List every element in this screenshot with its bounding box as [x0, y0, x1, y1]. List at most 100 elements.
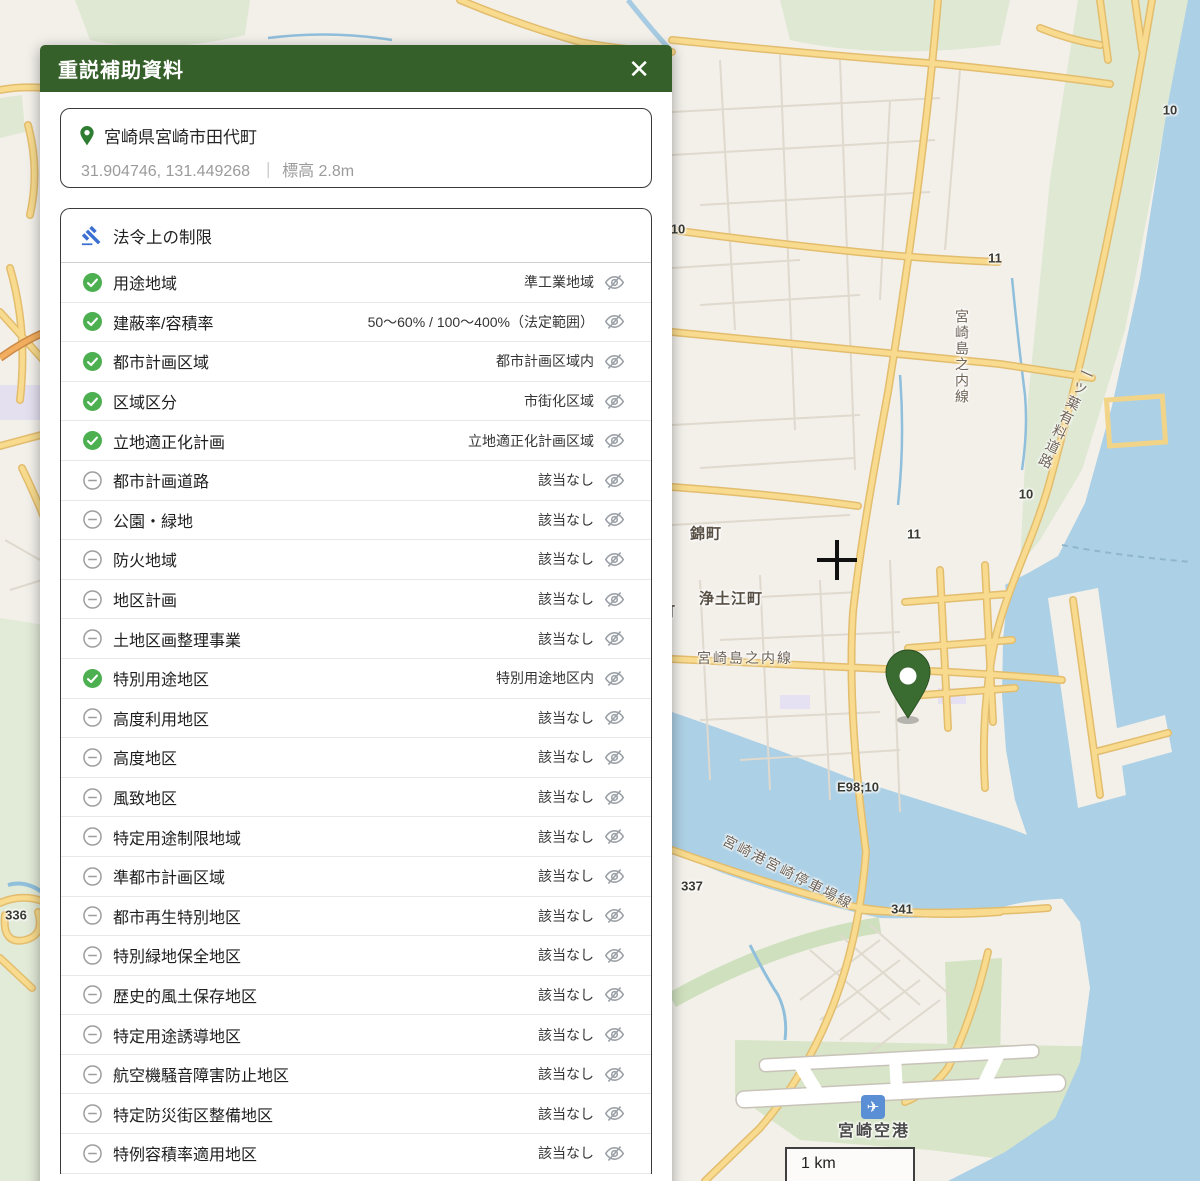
restriction-value: 該当なし	[538, 1066, 594, 1083]
restriction-value: 該当なし	[538, 1145, 594, 1162]
check-circle-icon	[83, 391, 102, 411]
restriction-value: 立地適正化計画区域	[468, 432, 594, 449]
restriction-value: 特別用途地区内	[496, 670, 594, 687]
eye-off-icon[interactable]	[604, 470, 625, 491]
restriction-label: 用途地域	[113, 276, 178, 294]
restriction-label: 航空機騒音障害防止地区	[113, 1068, 290, 1086]
eye-off-icon[interactable]	[604, 905, 625, 926]
restriction-label: 建蔽率/容積率	[113, 315, 214, 333]
restriction-value: 市街化区域	[524, 393, 594, 410]
restriction-label: 都市計画道路	[113, 474, 210, 492]
restrictions-list: 用途地域 準工業地域建蔽率/容積率 50〜60% / 100〜400%（法定範囲） 都…	[61, 263, 651, 1174]
restriction-row: 用途地域 準工業地域	[61, 263, 651, 303]
restriction-row: 特定用途制限地域 該当なし	[61, 817, 651, 857]
restriction-row: 特別用途地区 特別用途地区内	[61, 659, 651, 699]
restrictions-card: 法令上の制限 用途地域 準工業地域建蔽率/容積率 50〜60% / 100〜400%…	[60, 208, 652, 1174]
eye-off-icon[interactable]	[604, 945, 625, 966]
restriction-label: 土地区画整理事業	[113, 632, 242, 650]
eye-off-icon[interactable]	[604, 311, 625, 332]
eye-off-icon[interactable]	[604, 509, 625, 530]
minus-circle-icon	[83, 470, 102, 490]
restriction-row: 風致地区 該当なし	[61, 778, 651, 818]
restriction-label: 風致地区	[113, 791, 178, 809]
airport-plane-icon: ✈	[861, 1095, 885, 1119]
jusetsu-panel: 重説補助資料 ✕ 宮崎県宮崎市田代町 31.904746, 131.449268…	[40, 45, 672, 1181]
app-window: 1010111011337341336E98;10錦町浄土江町町宮崎島之内線宮崎…	[0, 0, 1200, 1181]
restrictions-header: 法令上の制限	[61, 209, 651, 263]
restriction-row: 特定防災街区整備地区 該当なし	[61, 1094, 651, 1135]
minus-circle-icon	[83, 1025, 102, 1044]
restriction-row: 公園・緑地 該当なし	[61, 501, 651, 541]
restriction-label: 都市計画区域	[113, 355, 210, 373]
minus-circle-icon	[83, 1104, 102, 1124]
check-circle-icon	[83, 312, 102, 332]
restriction-row: 特例容積率適用地区 該当なし	[61, 1134, 651, 1174]
restriction-label: 都市再生特別地区	[113, 909, 242, 927]
eye-off-icon[interactable]	[604, 1064, 625, 1085]
restriction-value: 該当なし	[538, 1026, 594, 1043]
restriction-value: 該当なし	[538, 947, 594, 964]
eye-off-icon[interactable]	[604, 391, 625, 412]
gavel-icon	[81, 225, 101, 246]
eye-off-icon[interactable]	[604, 1103, 625, 1124]
restriction-row: 都市再生特別地区 該当なし	[61, 897, 651, 937]
restriction-label: 特別用途地区	[113, 672, 210, 690]
restriction-label: 特定防災街区整備地区	[113, 1107, 274, 1125]
restriction-label: 高度地区	[113, 751, 178, 769]
restriction-row: 都市計画区域 都市計画区域内	[61, 342, 651, 382]
restriction-value: 該当なし	[538, 789, 594, 806]
restriction-label: 防火地域	[113, 553, 178, 571]
restriction-label: 地区計画	[113, 593, 178, 611]
eye-off-icon[interactable]	[604, 430, 625, 451]
restriction-row: 特別緑地保全地区 該当なし	[61, 936, 651, 976]
restrictions-section-title: 法令上の制限	[113, 228, 212, 247]
location-meta: 31.904746, 131.449268 ｜標高 2.8m	[81, 163, 355, 180]
eye-off-icon[interactable]	[604, 1143, 625, 1164]
restriction-label: 歴史的風土保存地区	[113, 988, 258, 1006]
eye-off-icon[interactable]	[604, 826, 625, 847]
restriction-label: 公園・緑地	[113, 513, 194, 531]
restriction-row: 立地適正化計画 立地適正化計画区域	[61, 421, 651, 461]
location-coordinates: 31.904746, 131.449268	[81, 163, 251, 180]
eye-off-icon[interactable]	[604, 351, 625, 372]
minus-circle-icon	[83, 787, 102, 807]
restriction-value: 50〜60% / 100〜400%（法定範囲）	[367, 313, 594, 330]
close-icon[interactable]: ✕	[624, 56, 654, 82]
minus-circle-icon	[83, 827, 102, 846]
restriction-row: 地区計画 該当なし	[61, 580, 651, 620]
restriction-value: 該当なし	[538, 591, 594, 608]
minus-circle-icon	[83, 906, 102, 926]
eye-off-icon[interactable]	[604, 747, 625, 768]
eye-off-icon[interactable]	[604, 628, 625, 649]
restriction-label: 区域区分	[113, 395, 178, 413]
eye-off-icon[interactable]	[604, 668, 625, 689]
check-circle-icon	[83, 431, 102, 451]
eye-off-icon[interactable]	[604, 866, 625, 887]
restriction-value: 該当なし	[538, 472, 594, 489]
eye-off-icon[interactable]	[604, 589, 625, 610]
minus-circle-icon	[83, 985, 102, 1005]
restriction-label: 特定用途制限地域	[113, 830, 242, 848]
restriction-value: 該当なし	[538, 511, 594, 528]
location-elevation: 標高 2.8m	[282, 163, 355, 180]
restriction-label: 特別緑地保全地区	[113, 949, 242, 967]
eye-off-icon[interactable]	[604, 549, 625, 570]
restriction-row: 歴史的風土保存地区 該当なし	[61, 976, 651, 1016]
minus-circle-icon	[83, 708, 102, 728]
restriction-value: 該当なし	[538, 986, 594, 1003]
eye-off-icon[interactable]	[604, 984, 625, 1005]
restriction-value: 該当なし	[538, 749, 594, 766]
eye-off-icon[interactable]	[604, 272, 625, 293]
minus-circle-icon	[83, 589, 102, 609]
restriction-value: 該当なし	[538, 1105, 594, 1122]
restriction-label: 立地適正化計画	[113, 434, 226, 452]
check-circle-icon	[83, 272, 102, 292]
minus-circle-icon	[83, 946, 102, 965]
eye-off-icon[interactable]	[604, 1024, 625, 1045]
restriction-label: 特定用途誘導地区	[113, 1028, 242, 1046]
minus-circle-icon	[83, 510, 102, 530]
minus-circle-icon	[83, 1144, 102, 1163]
eye-off-icon[interactable]	[604, 787, 625, 808]
eye-off-icon[interactable]	[604, 707, 625, 728]
restriction-label: 特例容積率適用地区	[113, 1147, 258, 1165]
